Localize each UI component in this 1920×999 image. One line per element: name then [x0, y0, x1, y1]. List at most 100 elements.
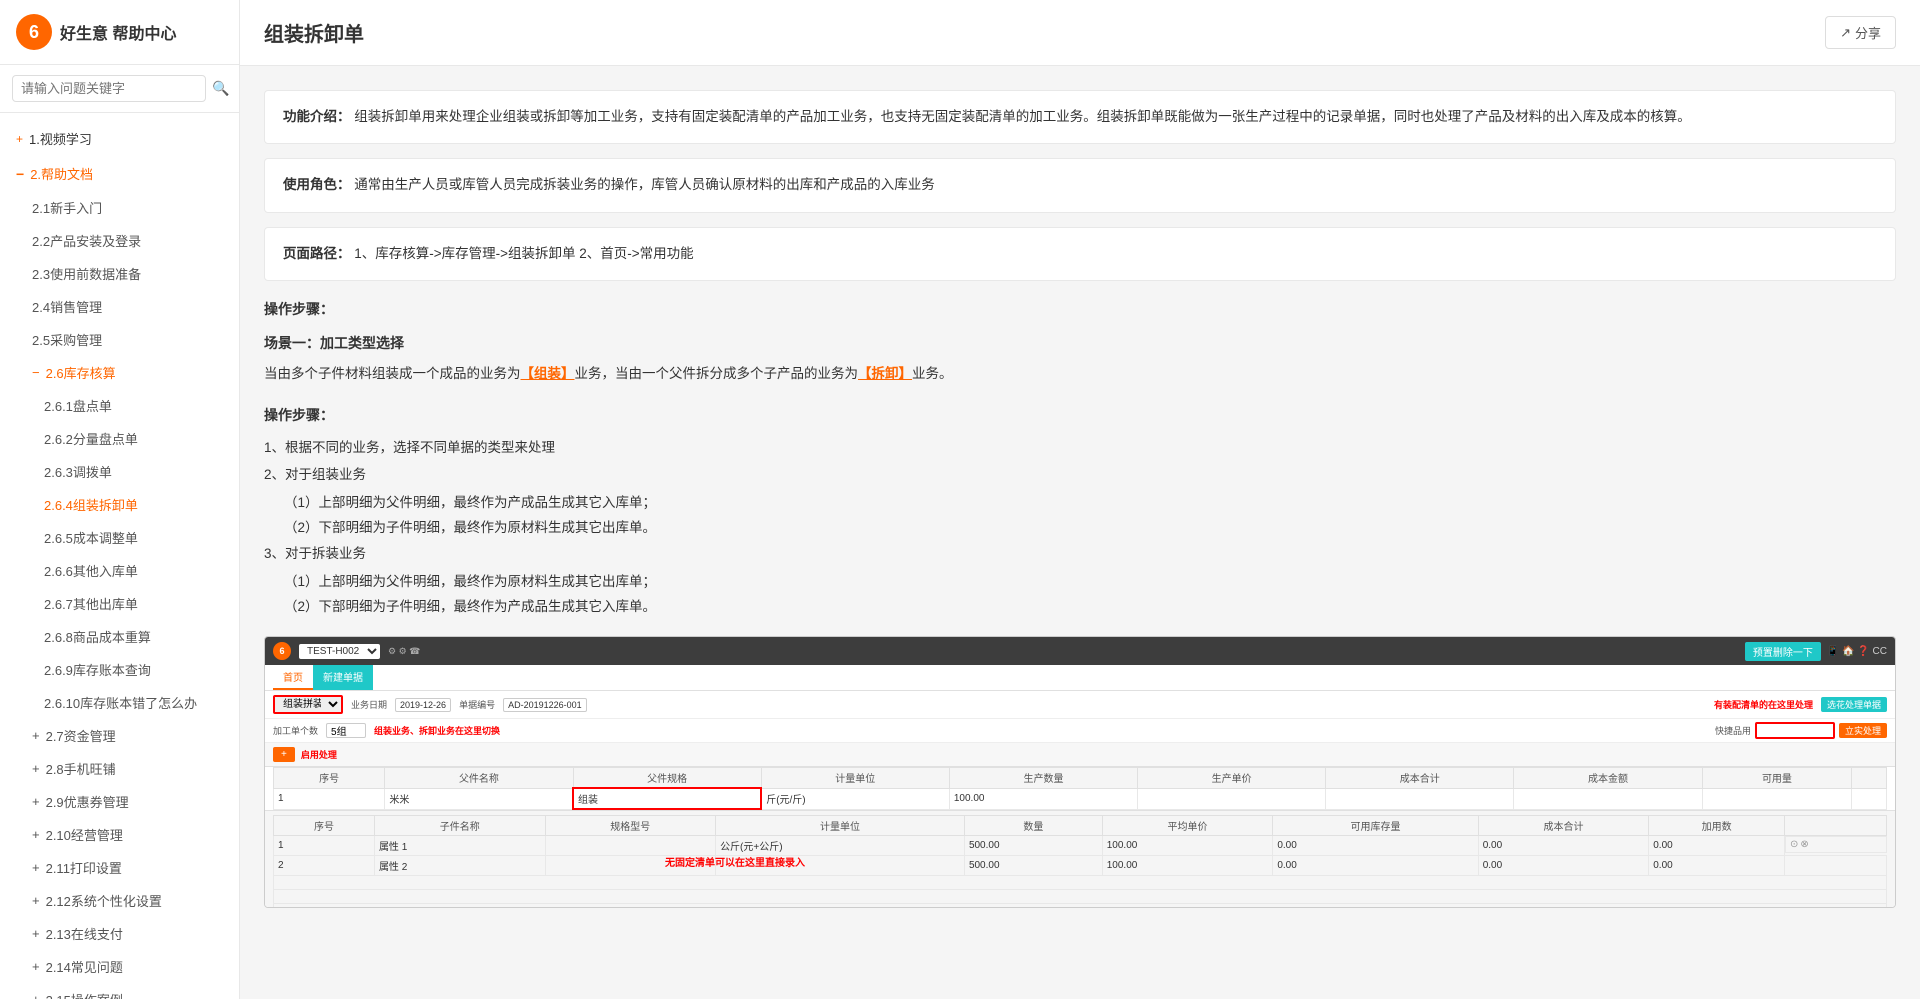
sidebar-item-label: 2.8手机旺铺 [46, 759, 116, 778]
sub-col-avail: 可用库存量 [1273, 816, 1478, 836]
share-button[interactable]: ↗ 分享 [1825, 16, 1896, 49]
sidebar-item-help-213[interactable]: + 2.13在线支付 [0, 917, 239, 950]
col-parent-spec: 父件规格 [573, 768, 761, 789]
mock-sub-row: 加工单个数 组装业务、拆卸业务在这里切换 快捷品用 立实处理 [265, 719, 1895, 743]
sidebar-item-help-211[interactable]: + 2.11打印设置 [0, 851, 239, 884]
screenshot-container: 6 TEST-H002 ⚙ ⚙ ☎ 预置删除一下 📱 🏠 ❓ CC 首页 [264, 636, 1896, 908]
cell-camount [1514, 788, 1702, 809]
sidebar-item-label: 2.14常见问题 [46, 957, 123, 976]
sidebar-item-help-212[interactable]: + 2.12系统个性化设置 [0, 884, 239, 917]
sidebar-item-help-262[interactable]: 2.6.2分量盘点单 [0, 422, 239, 455]
sidebar-item-help-28[interactable]: + 2.8手机旺铺 [0, 752, 239, 785]
expand-icon: + [32, 926, 40, 941]
feature-intro-label: 功能介绍： [283, 109, 351, 124]
sidebar-item-label: 2.6.1盘点单 [44, 399, 112, 414]
sidebar-item-help-21[interactable]: 2.1新手入门 [0, 191, 239, 224]
sidebar-item-help-210[interactable]: + 2.10经营管理 [0, 818, 239, 851]
main-content: 组装拆卸单 ↗ 分享 功能介绍： 组装拆卸单用来处理企业组装或拆卸等加工业务，支… [240, 0, 1920, 999]
user-role-text: 通常由生产人员或库管人员完成拆装业务的操作，库管人员确认原材料的出库和产成品的入… [354, 177, 935, 192]
sidebar-item-help-267[interactable]: 2.6.7其他出库单 [0, 587, 239, 620]
step-1: 1、根据不同的业务，选择不同单据的类型来处理 [264, 435, 1896, 461]
sidebar-item-video[interactable]: + 1.视频学习 [0, 121, 239, 156]
mock-tab-new[interactable]: 新建单据 [313, 665, 373, 690]
mock-store-select[interactable]: TEST-H002 [299, 644, 380, 659]
step-2-sub-2: （2）下部明细为子件明细，最终作为原材料生成其它出库单。 [264, 515, 1896, 541]
sidebar-item-label: 1.视频学习 [29, 129, 92, 148]
search-input[interactable] [12, 75, 206, 102]
sub-col-name: 子件名称 [374, 816, 545, 836]
search-box: 🔍 [0, 65, 239, 113]
sidebar-item-help-264[interactable]: 2.6.4组装拆卸单 [0, 488, 239, 521]
share-icon: ↗ [1840, 25, 1851, 41]
collapse-icon: − [16, 166, 24, 182]
mock-tab-home[interactable]: 首页 [273, 665, 313, 690]
sidebar-item-help-214[interactable]: + 2.14常见问题 [0, 950, 239, 983]
scenario1-desc: 当由多个子件材料组装成一个成品的业务为【组装】业务，当由一个父件拆分成多个子产品… [264, 361, 1896, 387]
mock-preset-btn[interactable]: 预置删除一下 [1745, 642, 1821, 661]
mock-date-label: 业务日期 [351, 698, 387, 711]
cell-seq: 1 [274, 788, 385, 809]
sidebar-item-label: 2.7资金管理 [46, 726, 116, 745]
sidebar-item-help-2610[interactable]: 2.6.10库存账本错了怎么办 [0, 686, 239, 719]
col-unit: 计量单位 [761, 768, 949, 789]
sidebar-item-label: 2.1新手入门 [32, 198, 102, 217]
mock-order-val: AD-20191226-001 [503, 698, 587, 712]
sidebar-item-help-22[interactable]: 2.2产品安装及登录 [0, 224, 239, 257]
steps-list: 1、根据不同的业务，选择不同单据的类型来处理 2、对于组装业务 （1）上部明细为… [264, 435, 1896, 620]
share-label: 分享 [1855, 23, 1881, 42]
sidebar-item-help-268[interactable]: 2.6.8商品成本重算 [0, 620, 239, 653]
step-3-sub-2: （2）下部明细为子件明细，最终作为产成品生成其它入库单。 [264, 594, 1896, 620]
sidebar-item-help-263[interactable]: 2.6.3调拨单 [0, 455, 239, 488]
sidebar: 6 好生意 帮助中心 🔍 + 1.视频学习 − 2.帮助文档 2.1新手入门 2… [0, 0, 240, 999]
col-cost-total: 成本合计 [1326, 768, 1514, 789]
sidebar-item-help-29[interactable]: + 2.9优惠券管理 [0, 785, 239, 818]
cell-ops [1852, 788, 1887, 809]
sidebar-item-label: 2.6库存核算 [46, 363, 116, 382]
sidebar-item-help-26[interactable]: − 2.6库存核算 [0, 356, 239, 389]
sidebar-item-help-25[interactable]: 2.5采购管理 [0, 323, 239, 356]
logo-icon: 6 [16, 14, 52, 50]
mock-annotation-top: 有装配清单的在这里处理 [1714, 698, 1813, 711]
mock-annotation-enable: 启用处理 [301, 748, 337, 761]
sidebar-item-help-23[interactable]: 2.3使用前数据准备 [0, 257, 239, 290]
sidebar-item-help-24[interactable]: 2.4销售管理 [0, 290, 239, 323]
main-header: 组装拆卸单 ↗ 分享 [240, 0, 1920, 66]
sidebar-item-help-265[interactable]: 2.6.5成本调整单 [0, 521, 239, 554]
expand-icon: + [32, 827, 40, 842]
mock-date-val: 2019-12-26 [395, 698, 451, 712]
sidebar-item-help-215[interactable]: + 2.15操作案例 [0, 983, 239, 999]
search-icon[interactable]: 🔍 [212, 80, 229, 97]
mock-type-select[interactable]: 组装拼装 [273, 695, 343, 714]
mock-table-area: 序号 父件名称 父件规格 计量单位 生产数量 生产单价 成本合计 成本金额 可用… [265, 767, 1895, 810]
mock-save-icon[interactable]: + [273, 747, 295, 762]
mock-order-label: 单据编号 [459, 698, 495, 711]
cell-uprice [1138, 788, 1326, 809]
sidebar-item-label: 2.6.9库存账本查询 [44, 663, 151, 678]
user-role-box: 使用角色： 通常由生产人员或库管人员完成拆装业务的操作，库管人员确认原材料的出库… [264, 158, 1896, 212]
sidebar-item-label: 2.9优惠券管理 [46, 792, 129, 811]
mock-process-btn[interactable]: 选花处理单据 [1821, 697, 1887, 712]
logo-area: 6 好生意 帮助中心 [0, 0, 239, 65]
mock-quick-input[interactable] [1755, 722, 1835, 739]
chaichuo-link[interactable]: 【拆卸】 [858, 366, 912, 381]
col-available: 可用量 [1702, 768, 1852, 789]
sidebar-item-help[interactable]: − 2.帮助文档 [0, 156, 239, 191]
sidebar-item-help-269[interactable]: 2.6.9库存账本查询 [0, 653, 239, 686]
sidebar-item-help-261[interactable]: 2.6.1盘点单 [0, 389, 239, 422]
mock-logo: 6 [273, 642, 291, 660]
zuangzhang-link[interactable]: 【组装】 [521, 366, 575, 381]
sub-col-unit: 计量单位 [716, 816, 965, 836]
col-cost-amount: 成本金额 [1514, 768, 1702, 789]
path-label: 页面路径： [283, 246, 351, 261]
mock-confirm-btn[interactable]: 立实处理 [1839, 723, 1887, 738]
sidebar-item-help-266[interactable]: 2.6.6其他入库单 [0, 554, 239, 587]
sidebar-item-label: 2.帮助文档 [30, 164, 93, 183]
mock-right-controls: 快捷品用 立实处理 [1715, 722, 1887, 739]
mock-num-input[interactable] [326, 723, 366, 738]
cell-qty: 100.00 [949, 788, 1137, 809]
sidebar-item-label: 2.13在线支付 [46, 924, 123, 943]
sidebar-item-label: 2.11打印设置 [46, 858, 122, 877]
sidebar-item-help-27[interactable]: + 2.7资金管理 [0, 719, 239, 752]
expand-icon: + [32, 893, 40, 908]
ops-steps-label: 操作步骤： [264, 405, 1896, 425]
